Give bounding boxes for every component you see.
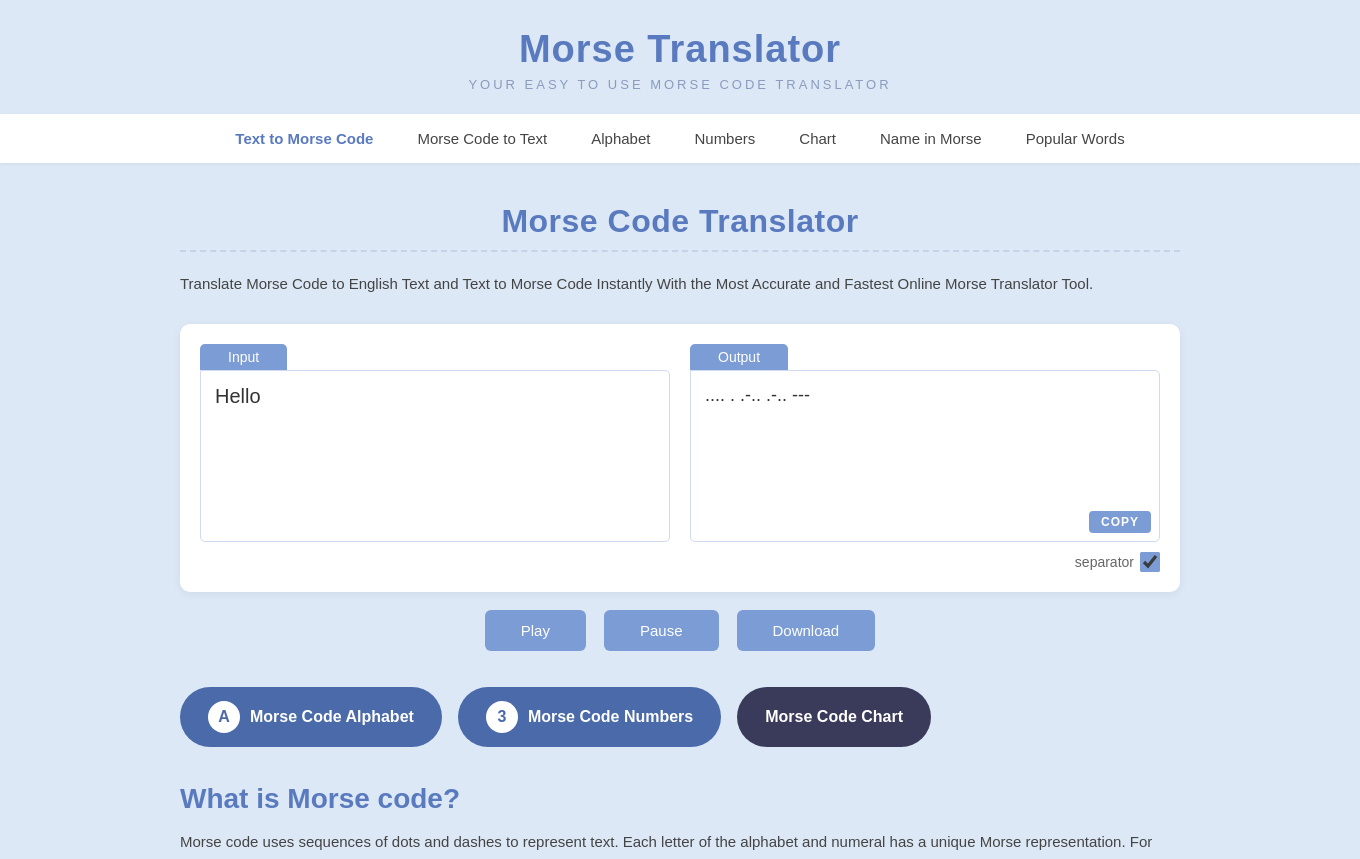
tab-alphabet-label: Morse Code Alphabet [250,708,414,726]
input-textarea[interactable] [200,370,670,542]
input-panel: Input [200,344,670,546]
what-is-text: Morse code uses sequences of dots and da… [180,829,1180,859]
what-is-title: What is Morse code? [180,783,1180,815]
tab-numbers[interactable]: 3 Morse Code Numbers [458,687,721,747]
nav-alphabet[interactable]: Alphabet [569,114,672,163]
tab-alphabet[interactable]: A Morse Code Alphabet [180,687,442,747]
main-content: Morse Code Translator Translate Morse Co… [160,163,1200,859]
copy-button[interactable]: COPY [1089,511,1151,533]
nav-chart[interactable]: Chart [777,114,858,163]
site-title: Morse Translator [0,28,1360,71]
main-nav: Text to Morse Code Morse Code to Text Al… [0,114,1360,163]
tab-chart[interactable]: Morse Code Chart [737,687,931,747]
nav-numbers[interactable]: Numbers [672,114,777,163]
action-buttons: Play Pause Download [180,610,1180,651]
site-subtitle: Your Easy to Use Morse Code Translator [0,77,1360,92]
alphabet-icon: A [208,701,240,733]
separator-checkbox[interactable] [1140,552,1160,572]
numbers-icon: 3 [486,701,518,733]
tab-buttons: A Morse Code Alphabet 3 Morse Code Numbe… [180,687,1180,747]
output-area: .... . .-.. .-.. --- COPY [690,370,1160,542]
output-label: Output [690,344,788,370]
tab-chart-label: Morse Code Chart [765,708,903,726]
output-panel: Output .... . .-.. .-.. --- COPY [690,344,1160,546]
nav-name-in-morse[interactable]: Name in Morse [858,114,1004,163]
site-header: Morse Translator Your Easy to Use Morse … [0,0,1360,163]
separator-label: separator [1075,554,1134,570]
pause-button[interactable]: Pause [604,610,719,651]
output-wrapper: .... . .-.. .-.. --- COPY [690,370,1160,542]
download-button[interactable]: Download [737,610,876,651]
tab-numbers-label: Morse Code Numbers [528,708,693,726]
what-is-section: What is Morse code? Morse code uses sequ… [180,783,1180,859]
page-title: Morse Code Translator [180,203,1180,240]
panels: Input Output .... . .-.. .-.. --- COPY [200,344,1160,546]
translator-box: Input Output .... . .-.. .-.. --- COPY s… [180,324,1180,592]
description: Translate Morse Code to English Text and… [180,272,1180,296]
title-divider [180,250,1180,252]
play-button[interactable]: Play [485,610,586,651]
nav-popular-words[interactable]: Popular Words [1004,114,1147,163]
input-label: Input [200,344,287,370]
nav-text-to-morse[interactable]: Text to Morse Code [213,114,395,163]
nav-morse-to-text[interactable]: Morse Code to Text [395,114,569,163]
output-text: .... . .-.. .-.. --- [705,385,810,405]
separator-row: separator [200,552,1160,572]
